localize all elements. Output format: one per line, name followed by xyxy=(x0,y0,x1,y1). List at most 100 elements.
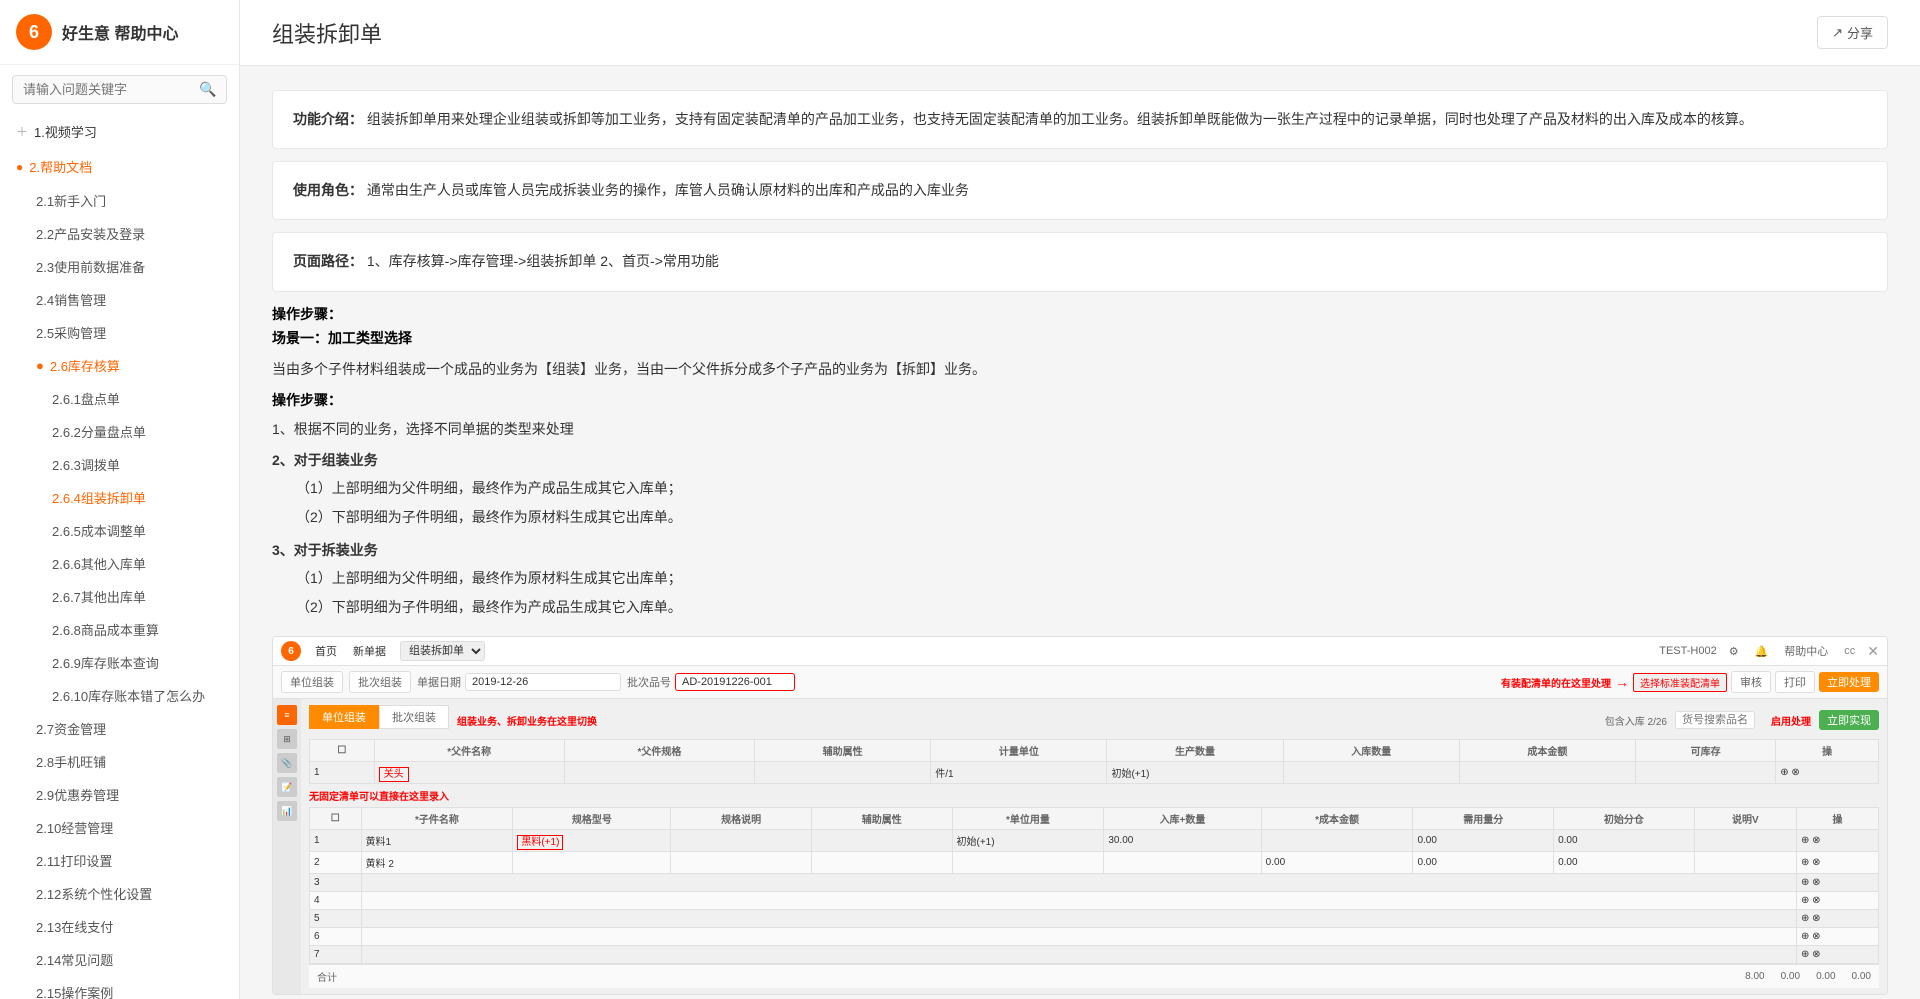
table-row: 1 关头 件/1 初始(+1) ⊕ ⊗ xyxy=(310,762,1879,784)
sidebar-item-2-13[interactable]: 2.13在线支付 xyxy=(0,910,239,943)
mock-save-btn[interactable]: 批次组装 xyxy=(349,671,411,693)
share-button[interactable]: ↗ 分享 xyxy=(1817,16,1888,49)
page-header: 组装拆卸单 ↗ 分享 xyxy=(240,0,1920,66)
mock-side-icon-4[interactable]: 📝 xyxy=(277,777,297,797)
annotation-top-label: 有装配清单的在这里处理 xyxy=(1501,675,1611,690)
th-prod-qty: 生产数量 xyxy=(1107,740,1283,762)
sidebar-item-2-6-7[interactable]: 2.6.7其他出库单 xyxy=(0,580,239,613)
th-sub-spec: 规格型号 xyxy=(513,808,671,830)
mock-type-tabs: 单位组装 批次组装 xyxy=(309,705,449,729)
th-sub-aux: 辅助属性 xyxy=(811,808,952,830)
sidebar-item-2-6-6[interactable]: 2.6.6其他入库单 xyxy=(0,547,239,580)
sidebar-item-label: 2.帮助文档 xyxy=(29,157,92,176)
search-icon[interactable]: 🔍 xyxy=(199,81,216,98)
sidebar-item-2-6-9[interactable]: 2.6.9库存账本查询 xyxy=(0,646,239,679)
sidebar-item-2-6-10[interactable]: 2.6.10库存账本错了怎么办 xyxy=(0,679,239,712)
mock-nav-item[interactable]: 首页 xyxy=(309,641,343,661)
sidebar-item-label: 1.视频学习 xyxy=(34,122,97,141)
mock-new-btn[interactable]: 单位组装 xyxy=(281,671,343,693)
sidebar-item-2-7[interactable]: 2.7资金管理 xyxy=(0,712,239,745)
share-label: 分享 xyxy=(1847,23,1873,42)
mock-close-icon[interactable]: ✕ xyxy=(1867,643,1879,660)
mock-titlebar: 6 首页 新单据 组装拆卸单 TEST-H002 ⚙ 🔔 帮助中心 cc ✕ xyxy=(273,637,1887,666)
mock-batch-field: 批次品号 xyxy=(627,673,795,691)
th-cost2: *成本金额 xyxy=(1261,808,1413,830)
func-intro-block: 功能介绍： 组装拆卸单用来处理企业组装或拆卸等加工业务，支持有固定装配清单的产品… xyxy=(272,90,1888,149)
sidebar-item-2-6-2[interactable]: 2.6.2分量盘点单 xyxy=(0,415,239,448)
sidebar-item-2-3[interactable]: 2.3使用前数据准备 xyxy=(0,250,239,283)
annotation-type-label: 组装业务、拆卸业务在这里切换 xyxy=(457,713,597,728)
table-row: 2 黄料 2 0.00 0.00 0.00 xyxy=(310,852,1879,874)
sidebar-item-2-5[interactable]: 2.5采购管理 xyxy=(0,316,239,349)
th-cost: 成本金额 xyxy=(1459,740,1635,762)
mock-select[interactable]: 组装拆卸单 xyxy=(400,641,485,661)
sidebar-item-2-11[interactable]: 2.11打印设置 xyxy=(0,844,239,877)
scene-intro: 当由多个子件材料组装成一个成品的业务为【组装】业务，当由一个父件拆分成多个子产品… xyxy=(272,356,1888,383)
mock-date-input[interactable] xyxy=(465,673,621,691)
search-input[interactable] xyxy=(23,82,199,97)
sidebar-item-2-14[interactable]: 2.14常见问题 xyxy=(0,943,239,976)
mock-side-icon-2[interactable]: ⊞ xyxy=(277,729,297,749)
step3-text: 3、对于拆装业务 xyxy=(272,537,1888,564)
mock-batch-input[interactable] xyxy=(675,673,795,691)
sidebar-item-2-12[interactable]: 2.12系统个性化设置 xyxy=(0,877,239,910)
mock-confirm-btn[interactable]: 立即实现 xyxy=(1819,710,1879,730)
mock-parent-table: ☐ *父件名称 *父件规格 辅助属性 计量单位 生产数量 入库数量 成本金额 可… xyxy=(309,739,1879,784)
sidebar-item-2-1[interactable]: 2.1新手入门 xyxy=(0,184,239,217)
share-icon: ↗ xyxy=(1832,25,1843,41)
step1-text: 1、根据不同的业务，选择不同单据的类型来处理 xyxy=(272,416,1888,443)
role-text: 使用角色： 通常由生产人员或库管人员完成拆装业务的操作，库管人员确认原材料的出库… xyxy=(293,178,1867,203)
logo-icon: 6 xyxy=(16,14,52,50)
mock-logo: 6 xyxy=(281,641,301,661)
mock-config-btn[interactable]: 选择标准装配清单 xyxy=(1633,673,1727,692)
sidebar-item-2-2[interactable]: 2.2产品安装及登录 xyxy=(0,217,239,250)
mock-side-icon-1[interactable]: ≡ xyxy=(277,705,297,725)
th-unit-qty: *单位用量 xyxy=(952,808,1104,830)
th-op2: 操 xyxy=(1797,808,1879,830)
th-parent-spec: *父件规格 xyxy=(564,740,754,762)
th-parent-name: *父件名称 xyxy=(374,740,564,762)
func-intro-text: 功能介绍： 组装拆卸单用来处理企业组装或拆卸等加工业务，支持有固定装配清单的产品… xyxy=(293,107,1867,132)
mock-tab-unit[interactable]: 单位组装 xyxy=(309,705,379,729)
sidebar-item-2-8[interactable]: 2.8手机旺铺 xyxy=(0,745,239,778)
th-checkbox2: ☐ xyxy=(310,808,362,830)
mock-nav-item[interactable]: 新单据 xyxy=(347,641,392,661)
sidebar-item-2-6[interactable]: ● 2.6库存核算 xyxy=(0,349,239,382)
mock-side-icon-5[interactable]: 📊 xyxy=(277,801,297,821)
th-need-qty: 需用量分 xyxy=(1413,808,1554,830)
sub-spec-cell[interactable]: 黑料(+1) xyxy=(517,835,563,850)
parent-name-cell[interactable]: 关头 xyxy=(379,767,409,782)
mock-main-area: 单位组装 批次组装 组装业务、拆卸业务在这里切换 包含入库 2/26 启用处理 … xyxy=(301,699,1887,994)
mock-search-input[interactable] xyxy=(1675,711,1755,729)
mock-test-id: TEST-H002 xyxy=(1659,645,1716,657)
ops-label: 操作步骤： xyxy=(272,304,1888,324)
mock-review-btn[interactable]: 审核 xyxy=(1731,671,1771,693)
sidebar-item-1[interactable]: ＋ 1.视频学习 xyxy=(0,114,239,149)
mock-side-icon-3[interactable]: 📎 xyxy=(277,753,297,773)
sidebar-item-2-6-8[interactable]: 2.6.8商品成本重算 xyxy=(0,613,239,646)
sidebar-header: 6 好生意 帮助中心 xyxy=(0,0,239,65)
sidebar-item-2-6-3[interactable]: 2.6.3调拨单 xyxy=(0,448,239,481)
mock-process-btn[interactable]: 立即处理 xyxy=(1819,672,1879,692)
sidebar-item-2-15[interactable]: 2.15操作案例 xyxy=(0,976,239,999)
table-row: 3⊕ ⊗ xyxy=(310,874,1879,892)
screenshot-container: 6 首页 新单据 组装拆卸单 TEST-H002 ⚙ 🔔 帮助中心 cc ✕ xyxy=(272,636,1888,995)
sidebar-item-2[interactable]: ● 2.帮助文档 xyxy=(0,149,239,184)
sidebar-item-2-6-4[interactable]: 2.6.4组装拆卸单 xyxy=(0,481,239,514)
mock-print-btn[interactable]: 打印 xyxy=(1775,671,1815,693)
sidebar-item-2-10[interactable]: 2.10经营管理 xyxy=(0,811,239,844)
sidebar-item-2-4[interactable]: 2.4销售管理 xyxy=(0,283,239,316)
th-checkbox: ☐ xyxy=(310,740,375,762)
mock-sub-table: ☐ *子件名称 规格型号 规格说明 辅助属性 *单位用量 入库+数量 *成本金额… xyxy=(309,807,1879,964)
mock-tab-batch[interactable]: 批次组装 xyxy=(379,705,449,729)
arrow-right-icon: → xyxy=(1615,674,1629,690)
th-stock: 可库存 xyxy=(1636,740,1776,762)
sidebar-item-2-9[interactable]: 2.9优惠券管理 xyxy=(0,778,239,811)
search-box[interactable]: 🔍 xyxy=(12,75,227,104)
sidebar-item-2-6-1[interactable]: 2.6.1盘点单 xyxy=(0,382,239,415)
sidebar-item-2-6-5[interactable]: 2.6.5成本调整单 xyxy=(0,514,239,547)
th-aux-attr: 辅助属性 xyxy=(755,740,931,762)
table-row: 1 黄料1 黑料(+1) 初始(+1) 30.00 0.00 0.00 xyxy=(310,830,1879,852)
th-init-wh: 初始分仓 xyxy=(1554,808,1695,830)
mock-date-field: 单据日期 xyxy=(417,673,621,691)
